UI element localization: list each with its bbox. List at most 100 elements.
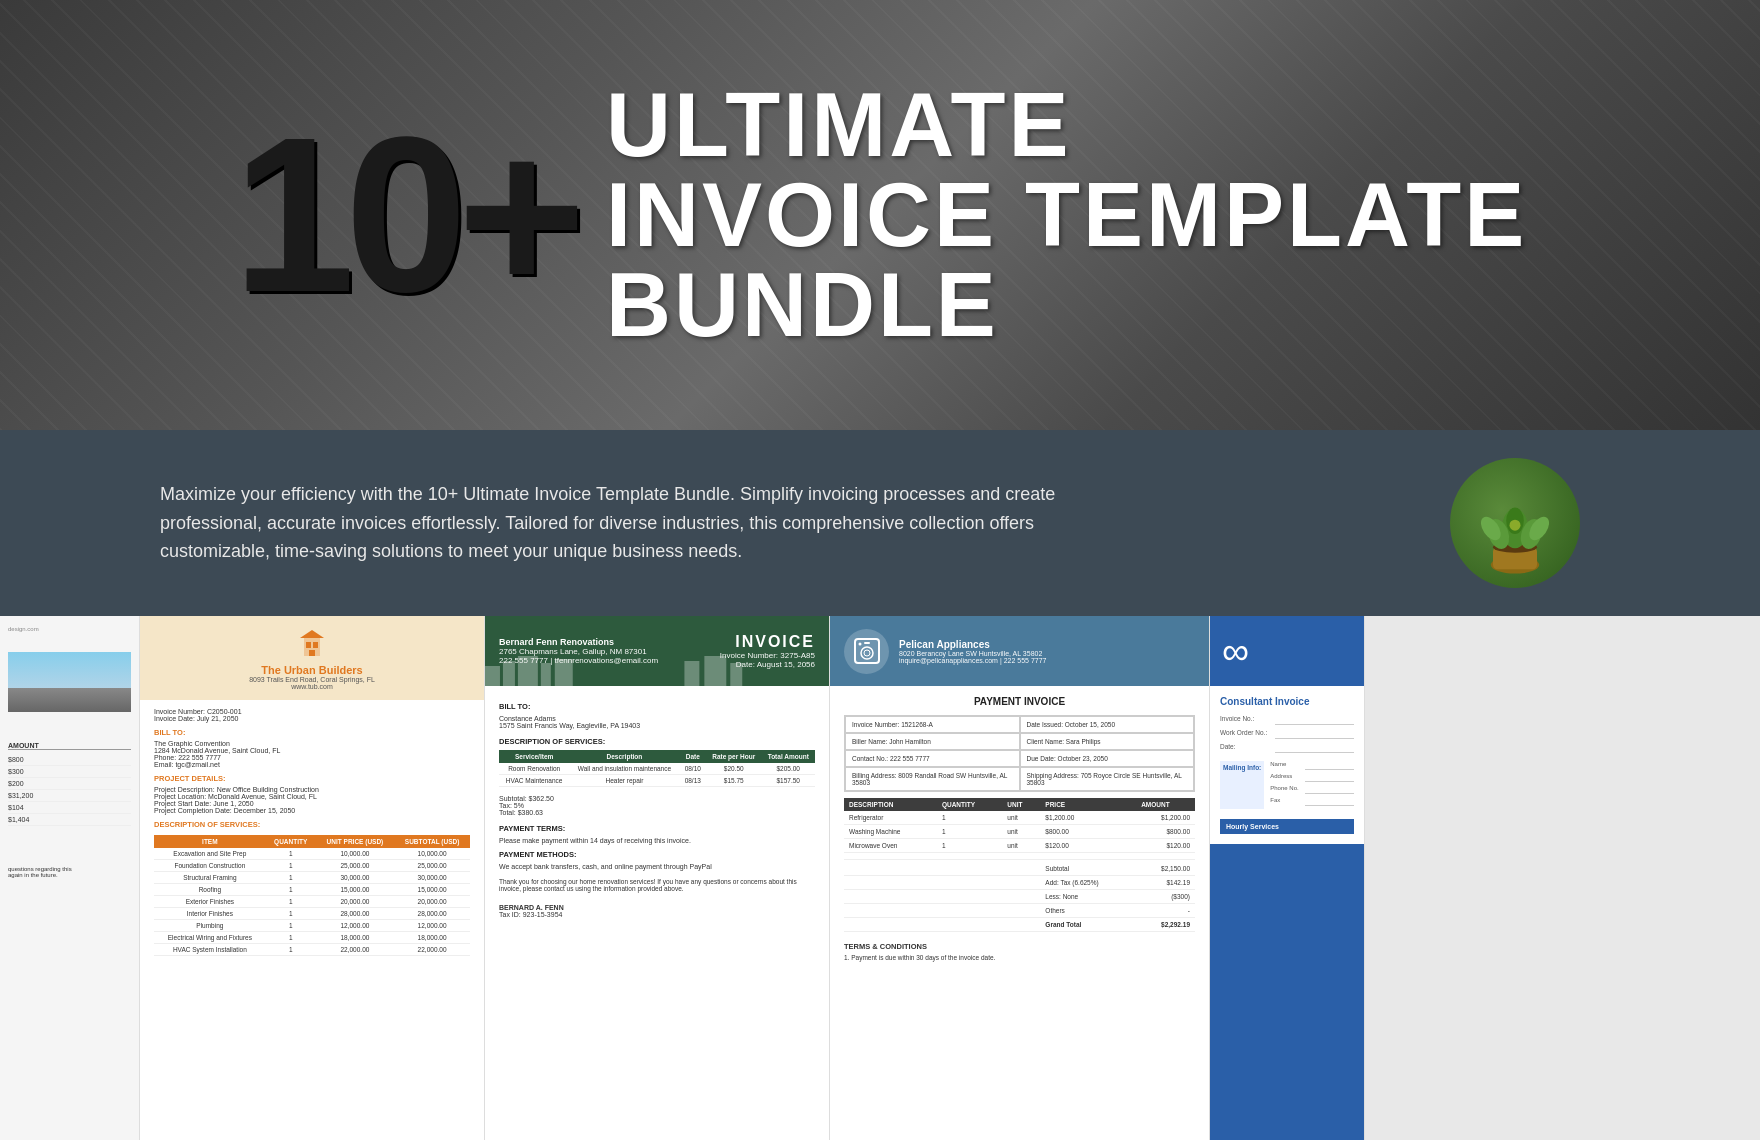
card4-billing-addr: Billing Address: 8009 Randall Road SW Hu…: [845, 767, 1020, 791]
card4-address: 8020 Berancoy Lane SW Huntsville, AL 358…: [899, 650, 1046, 657]
card4-th-price: PRICE: [1040, 798, 1136, 811]
card2-invoice-number: Invoice Number: C2050-001: [154, 708, 470, 715]
card2-invoice-date: Invoice Date: July 21, 2050: [154, 715, 470, 722]
card4-body: PAYMENT INVOICE Invoice Number: 1521268-…: [830, 686, 1209, 971]
preview-card-1: design.com AMOUNT $800 $300 $200 $31,200…: [0, 616, 140, 1140]
card4-tax-row: Add: Tax (6.625%) $142.19: [844, 876, 1195, 890]
card3-th-rate: Rate per Hour: [706, 750, 761, 763]
card2-company: The Urban Builders: [154, 664, 470, 676]
table-row: Refrigerator1unit$1,200.00$1,200.00: [844, 811, 1195, 825]
card4-grand-total-label: Grand Total: [1040, 918, 1136, 932]
hero-title-line1: ULTIMATE: [606, 80, 1527, 170]
previews-section: design.com AMOUNT $800 $300 $200 $31,200…: [0, 616, 1760, 1140]
card4-terms-label: TERMS & CONDITIONS: [844, 942, 1195, 951]
card5-header: ∞: [1210, 616, 1364, 686]
card5-invoice-no-label: Invoice No.:: [1220, 715, 1275, 722]
card3-th-total: Total Amount: [761, 750, 815, 763]
card4-terms-text: 1. Payment is due within 30 days of the …: [844, 954, 1195, 961]
card5-work-order-line: [1275, 729, 1354, 739]
plant-icon: [1460, 468, 1570, 578]
svg-point-25: [864, 650, 870, 656]
svg-rect-11: [306, 642, 311, 648]
card4-company: Pelican Appliances: [899, 639, 1046, 650]
hero-section: 10+ ULTIMATE INVOICE TEMPLATE BUNDLE: [0, 0, 1760, 430]
card3-subtotal: Subtotal: $362.50: [499, 795, 815, 802]
card4-shipping-addr: Shipping Address: 705 Royce Circle SE Hu…: [1020, 767, 1195, 791]
svg-point-24: [861, 647, 873, 659]
card4-client: Client Name: Sara Philips: [1020, 733, 1195, 750]
card3-company: Bernard Fenn Renovations: [499, 637, 658, 647]
card5-mailing-fields: Name Address Phone No. Fax: [1264, 761, 1354, 809]
card2-project-start: Project Start Date: June 1, 2050: [154, 800, 470, 807]
card2-website: www.tub.com: [154, 683, 470, 690]
card3-tax: Tax: 5%: [499, 802, 815, 809]
card4-subtotal-row: Subtotal $2,150.00: [844, 860, 1195, 876]
card4-header: Pelican Appliances 8020 Berancoy Lane SW…: [830, 616, 1209, 686]
svg-rect-19: [555, 659, 573, 686]
table-row: Washing Machine1unit$800.00$800.00: [844, 825, 1195, 839]
card2-bill-to-email: Email: tgc@zmail.net: [154, 761, 470, 768]
card2-tagline: 8093 Trails End Road, Coral Springs, FL: [154, 676, 470, 683]
card4-less-label: Less: None: [1040, 890, 1136, 904]
card3-th-desc: Description: [569, 750, 679, 763]
card2-th-subtotal: SUBTOTAL (USD): [394, 835, 470, 848]
card4-date-issued: Date Issued: October 15, 2050: [1020, 716, 1195, 733]
table-row: Structural Framing130,000.0030,000.00: [154, 872, 470, 884]
card2-body: Invoice Number: C2050-001 Invoice Date: …: [140, 700, 484, 964]
card1-row-0: $800: [8, 754, 131, 766]
subtitle-band: Maximize your efficiency with the 10+ Ul…: [0, 430, 1760, 616]
card4-others-row: Others -: [844, 904, 1195, 918]
card1-row-1: $300: [8, 766, 131, 778]
card4-subtotal-label: Subtotal: [1040, 860, 1136, 876]
card5-name-row: Name: [1270, 761, 1354, 770]
preview-card-2: The Urban Builders 8093 Trails End Road,…: [140, 616, 485, 1140]
card5-date-field: Date:: [1220, 743, 1354, 753]
card4-th-desc: DESCRIPTION: [844, 798, 937, 811]
skyline-decoration: [485, 651, 829, 686]
card2-header: The Urban Builders 8093 Trails End Road,…: [140, 616, 484, 700]
card1-row-4: $104: [8, 802, 131, 814]
svg-rect-21: [704, 656, 726, 686]
card4-others-label: Others: [1040, 904, 1136, 918]
card5-work-order-label: Work Order No.:: [1220, 729, 1275, 736]
card5-fax-line: [1305, 797, 1354, 806]
card5-phone-line: [1305, 785, 1354, 794]
card5-mailing-section: Mailing Info: Name Address Phone No.: [1220, 761, 1354, 809]
urban-builders-icon: [296, 628, 328, 660]
card4-invoice-number: Invoice Number: 1521268-A: [845, 716, 1020, 733]
card5-mailing-label: Mailing Info:: [1220, 761, 1264, 809]
table-row: Plumbing112,000.0012,000.00: [154, 920, 470, 932]
card5-hourly-label: Hourly Services: [1220, 819, 1354, 834]
card1-row-5: $1,404: [8, 814, 131, 826]
card4-less-row: Less: None ($300): [844, 890, 1195, 904]
svg-rect-17: [518, 656, 538, 686]
card3-total: Total: $380.63: [499, 809, 815, 816]
card3-tax-id: Tax ID: 923-15-3954: [499, 911, 815, 918]
card4-th-amount: AMOUNT: [1136, 798, 1195, 811]
card3-payment-terms: Please make payment within 14 days of re…: [499, 837, 815, 844]
svg-point-9: [1510, 520, 1521, 531]
card2-project-location: Project Location: McDonald Avenue, Saint…: [154, 793, 470, 800]
card4-less-value: ($300): [1136, 890, 1195, 904]
card4-th-unit: UNIT: [1002, 798, 1040, 811]
hero-title-line2: INVOICE TEMPLATE: [606, 170, 1527, 260]
card3-signature: BERNARD A. FENN: [499, 904, 815, 911]
card5-date-label: Date:: [1220, 743, 1275, 750]
card5-invoice-no-field: Invoice No.:: [1220, 715, 1354, 725]
card1-website: design.com: [8, 626, 131, 632]
card3-th-service: Service/Item: [499, 750, 569, 763]
card3-payment-methods: We accept bank transfers, cash, and onli…: [499, 863, 815, 870]
card3-bill-to-label: BILL TO:: [499, 702, 815, 711]
card3-th-date: Date: [680, 750, 706, 763]
card5-name-label: Name: [1270, 761, 1305, 770]
card3-body: BILL TO: Constance Adams 1575 Saint Fran…: [485, 686, 829, 928]
card2-project-label: PROJECT DETAILS:: [154, 774, 470, 783]
infinity-icon: ∞: [1222, 632, 1249, 670]
washer-icon: [844, 629, 889, 674]
card2-project-desc: Project Description: New Office Building…: [154, 786, 470, 793]
hero-content: 10+ ULTIMATE INVOICE TEMPLATE BUNDLE: [233, 80, 1528, 350]
card3-services-table: Service/Item Description Date Rate per H…: [499, 750, 815, 787]
table-row: Exterior Finishes120,000.0020,000.00: [154, 896, 470, 908]
card3-payment-terms-label: PAYMENT TERMS:: [499, 824, 815, 833]
card5-address-line: [1305, 773, 1354, 782]
